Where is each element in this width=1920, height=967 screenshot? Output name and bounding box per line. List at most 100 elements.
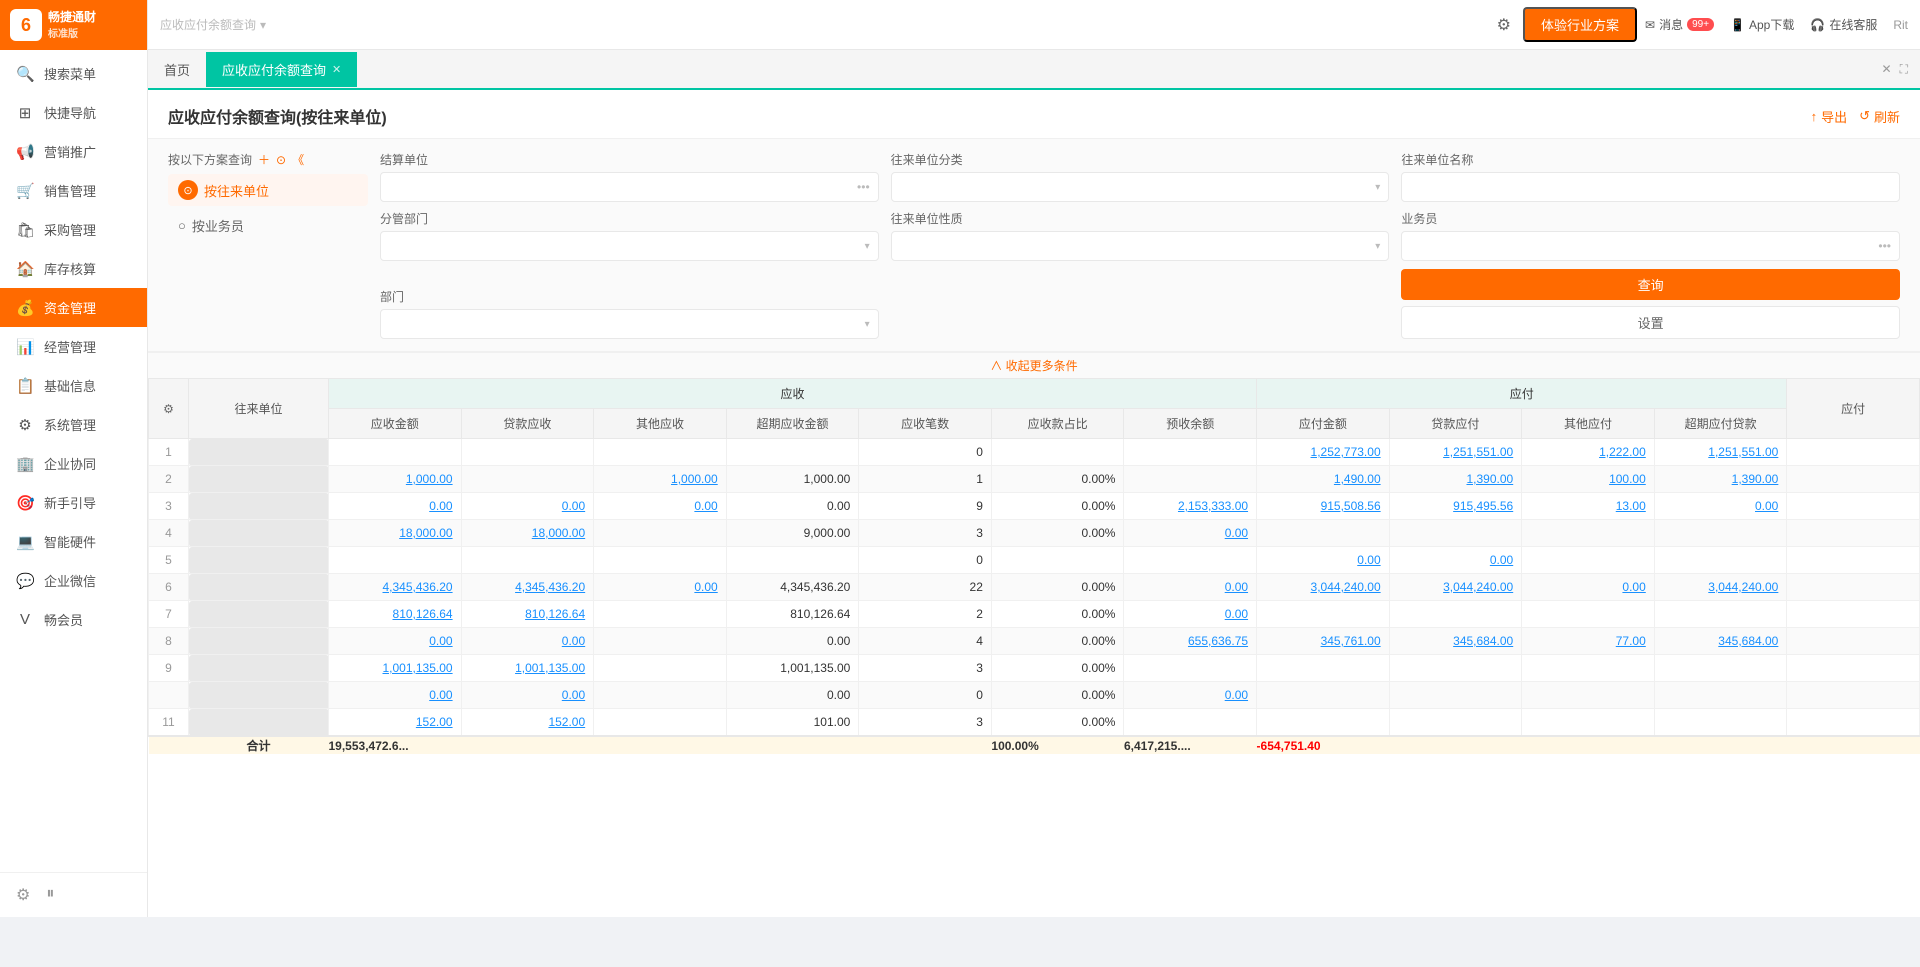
cell-ap-amount[interactable]: 1,490.00 bbox=[1257, 466, 1390, 493]
cell-ap-amount[interactable]: 345,761.00 bbox=[1257, 628, 1390, 655]
footer-ar-amount[interactable]: 19,553,472.6... bbox=[329, 736, 462, 754]
query-button[interactable]: 查询 bbox=[1401, 269, 1900, 300]
cell-ar-amount[interactable]: 4,345,436.20 bbox=[329, 574, 462, 601]
filter-option-partner[interactable]: ⊙ 按往来单位 bbox=[168, 174, 368, 206]
cell-ar-loan[interactable]: 1,001,135.00 bbox=[461, 655, 594, 682]
sidebar-item-corp[interactable]: 🏢企业协同 bbox=[0, 444, 147, 483]
sidebar-item-nav[interactable]: ⊞快捷导航 bbox=[0, 93, 147, 132]
sidebar-item-marketing[interactable]: 📢营销推广 bbox=[0, 132, 147, 171]
column-settings-icon[interactable]: ⚙ bbox=[163, 402, 174, 416]
topbar-settings-icon[interactable]: ⚙ bbox=[1493, 11, 1515, 39]
cell-ap-other[interactable]: 77.00 bbox=[1522, 628, 1655, 655]
cell-ar-loan[interactable]: 0.00 bbox=[461, 493, 594, 520]
cell-ap-other[interactable]: 1,222.00 bbox=[1522, 439, 1655, 466]
cell-ap-loan[interactable]: 0.00 bbox=[1389, 547, 1522, 574]
cell-ap-overdue bbox=[1654, 682, 1787, 709]
cell-ar-prepay[interactable]: 0.00 bbox=[1124, 601, 1257, 628]
filter-type-input[interactable]: ▾ bbox=[891, 231, 1390, 261]
breadcrumb-dropdown[interactable]: ▾ bbox=[260, 18, 266, 32]
cell-ap-overdue[interactable]: 1,390.00 bbox=[1654, 466, 1787, 493]
sidebar-item-search[interactable]: 🔍搜索菜单 bbox=[0, 54, 147, 93]
cell-ar-amount[interactable]: 1,000.00 bbox=[329, 466, 462, 493]
messages-action[interactable]: ✉ 消息 99+ bbox=[1645, 16, 1714, 33]
cell-ap-amount[interactable]: 3,044,240.00 bbox=[1257, 574, 1390, 601]
cell-ap-overdue[interactable]: 0.00 bbox=[1654, 493, 1787, 520]
filter-division-input[interactable]: ▾ bbox=[380, 309, 879, 339]
cell-ar-amount[interactable]: 0.00 bbox=[329, 682, 462, 709]
cell-ap-other[interactable]: 13.00 bbox=[1522, 493, 1655, 520]
collapse-icon[interactable]: ⏸ bbox=[46, 885, 54, 905]
promo-button[interactable]: 体验行业方案 bbox=[1523, 7, 1637, 42]
refresh-button[interactable]: ↺ 刷新 bbox=[1859, 107, 1900, 126]
cell-ar-amount[interactable]: 152.00 bbox=[329, 709, 462, 737]
cell-ap-loan[interactable]: 1,390.00 bbox=[1389, 466, 1522, 493]
cell-ap-loan[interactable]: 3,044,240.00 bbox=[1389, 574, 1522, 601]
window-expand-icon[interactable]: ⛶ bbox=[1900, 62, 1908, 77]
cell-ap-amount[interactable]: 1,252,773.00 bbox=[1257, 439, 1390, 466]
cell-ap-loan[interactable]: 1,251,551.00 bbox=[1389, 439, 1522, 466]
tab-home[interactable]: 首页 bbox=[148, 52, 206, 87]
cell-ar-amount[interactable]: 0.00 bbox=[329, 628, 462, 655]
collapse-bar[interactable]: ∧ 收起更多条件 bbox=[148, 352, 1920, 378]
cell-ap-overdue[interactable]: 1,251,551.00 bbox=[1654, 439, 1787, 466]
cell-ar-prepay[interactable]: 0.00 bbox=[1124, 682, 1257, 709]
cell-ap-overdue[interactable]: 3,044,240.00 bbox=[1654, 574, 1787, 601]
filter-add-btn[interactable]: ＋ bbox=[258, 151, 270, 168]
cell-ar-other[interactable]: 0.00 bbox=[594, 574, 727, 601]
cell-ap-loan bbox=[1389, 682, 1522, 709]
sidebar-item-purchase[interactable]: 🛍采购管理 bbox=[0, 210, 147, 249]
window-close-icon[interactable]: ✕ bbox=[1882, 62, 1892, 77]
filter-salesman-input[interactable]: ••• bbox=[1401, 231, 1900, 261]
cell-ar-loan[interactable]: 0.00 bbox=[461, 682, 594, 709]
filter-dept-input[interactable]: ▾ bbox=[380, 231, 879, 261]
cell-ap-amount[interactable]: 915,508.56 bbox=[1257, 493, 1390, 520]
cell-ar-prepay[interactable]: 2,153,333.00 bbox=[1124, 493, 1257, 520]
online-service-action[interactable]: 🎧 在线客服 bbox=[1810, 16, 1877, 33]
sidebar-item-operations[interactable]: 📊经营管理 bbox=[0, 327, 147, 366]
cell-ap-loan[interactable]: 915,495.56 bbox=[1389, 493, 1522, 520]
set-button[interactable]: 设置 bbox=[1401, 306, 1900, 339]
cell-ap-overdue[interactable]: 345,684.00 bbox=[1654, 628, 1787, 655]
cell-ar-prepay[interactable]: 0.00 bbox=[1124, 520, 1257, 547]
filter-name-input[interactable] bbox=[1401, 172, 1900, 202]
sidebar-item-hardware[interactable]: 💻智能硬件 bbox=[0, 522, 147, 561]
cell-ap-amount[interactable]: 0.00 bbox=[1257, 547, 1390, 574]
th-settings[interactable]: ⚙ bbox=[149, 379, 189, 439]
cell-ar-loan[interactable]: 4,345,436.20 bbox=[461, 574, 594, 601]
sidebar-item-sales[interactable]: 🛒销售管理 bbox=[0, 171, 147, 210]
cell-ap-loan[interactable]: 345,684.00 bbox=[1389, 628, 1522, 655]
sidebar-item-system[interactable]: ⚙系统管理 bbox=[0, 405, 147, 444]
cell-ar-loan[interactable]: 152.00 bbox=[461, 709, 594, 737]
export-button[interactable]: ↑ 导出 bbox=[1811, 107, 1848, 126]
cell-ar-amount[interactable]: 810,126.64 bbox=[329, 601, 462, 628]
settings-icon[interactable]: ⚙ bbox=[16, 885, 30, 905]
cell-ap-other[interactable]: 0.00 bbox=[1522, 574, 1655, 601]
footer-ar-prepay[interactable]: 6,417,215.... bbox=[1124, 736, 1257, 754]
filter-collapse-btn[interactable]: 《 bbox=[292, 151, 304, 168]
finance-icon: 💰 bbox=[16, 299, 34, 317]
sidebar-item-inventory[interactable]: 🏠库存核算 bbox=[0, 249, 147, 288]
filter-option-salesman[interactable]: ○ 按业务员 bbox=[168, 210, 368, 241]
cell-ar-other[interactable]: 1,000.00 bbox=[594, 466, 727, 493]
tab-close-icon[interactable]: ✕ bbox=[332, 63, 341, 76]
sidebar-item-vip[interactable]: V畅会员 bbox=[0, 600, 147, 639]
cell-ar-prepay[interactable]: 0.00 bbox=[1124, 574, 1257, 601]
sidebar-item-guide[interactable]: 🎯新手引导 bbox=[0, 483, 147, 522]
cell-ar-amount[interactable]: 18,000.00 bbox=[329, 520, 462, 547]
sidebar-item-wechat[interactable]: 💬企业微信 bbox=[0, 561, 147, 600]
cell-ar-loan[interactable]: 18,000.00 bbox=[461, 520, 594, 547]
filter-settlement-input[interactable]: ••• bbox=[380, 172, 879, 202]
filter-category-input[interactable]: ▾ bbox=[891, 172, 1390, 202]
cell-ar-other[interactable]: 0.00 bbox=[594, 493, 727, 520]
cell-ar-loan[interactable]: 810,126.64 bbox=[461, 601, 594, 628]
cell-ar-loan[interactable]: 0.00 bbox=[461, 628, 594, 655]
cell-ar-amount[interactable]: 0.00 bbox=[329, 493, 462, 520]
tab-ar-ap[interactable]: 应收应付余额查询 ✕ bbox=[206, 52, 357, 87]
filter-edit-btn[interactable]: ⊙ bbox=[276, 153, 286, 167]
cell-ap-other[interactable]: 100.00 bbox=[1522, 466, 1655, 493]
cell-ar-amount[interactable]: 1,001,135.00 bbox=[329, 655, 462, 682]
sidebar-item-finance[interactable]: 💰资金管理 bbox=[0, 288, 147, 327]
sidebar-item-basic[interactable]: 📋基础信息 bbox=[0, 366, 147, 405]
app-download-action[interactable]: 📱 App下载 bbox=[1730, 16, 1794, 33]
cell-ar-prepay[interactable]: 655,636.75 bbox=[1124, 628, 1257, 655]
